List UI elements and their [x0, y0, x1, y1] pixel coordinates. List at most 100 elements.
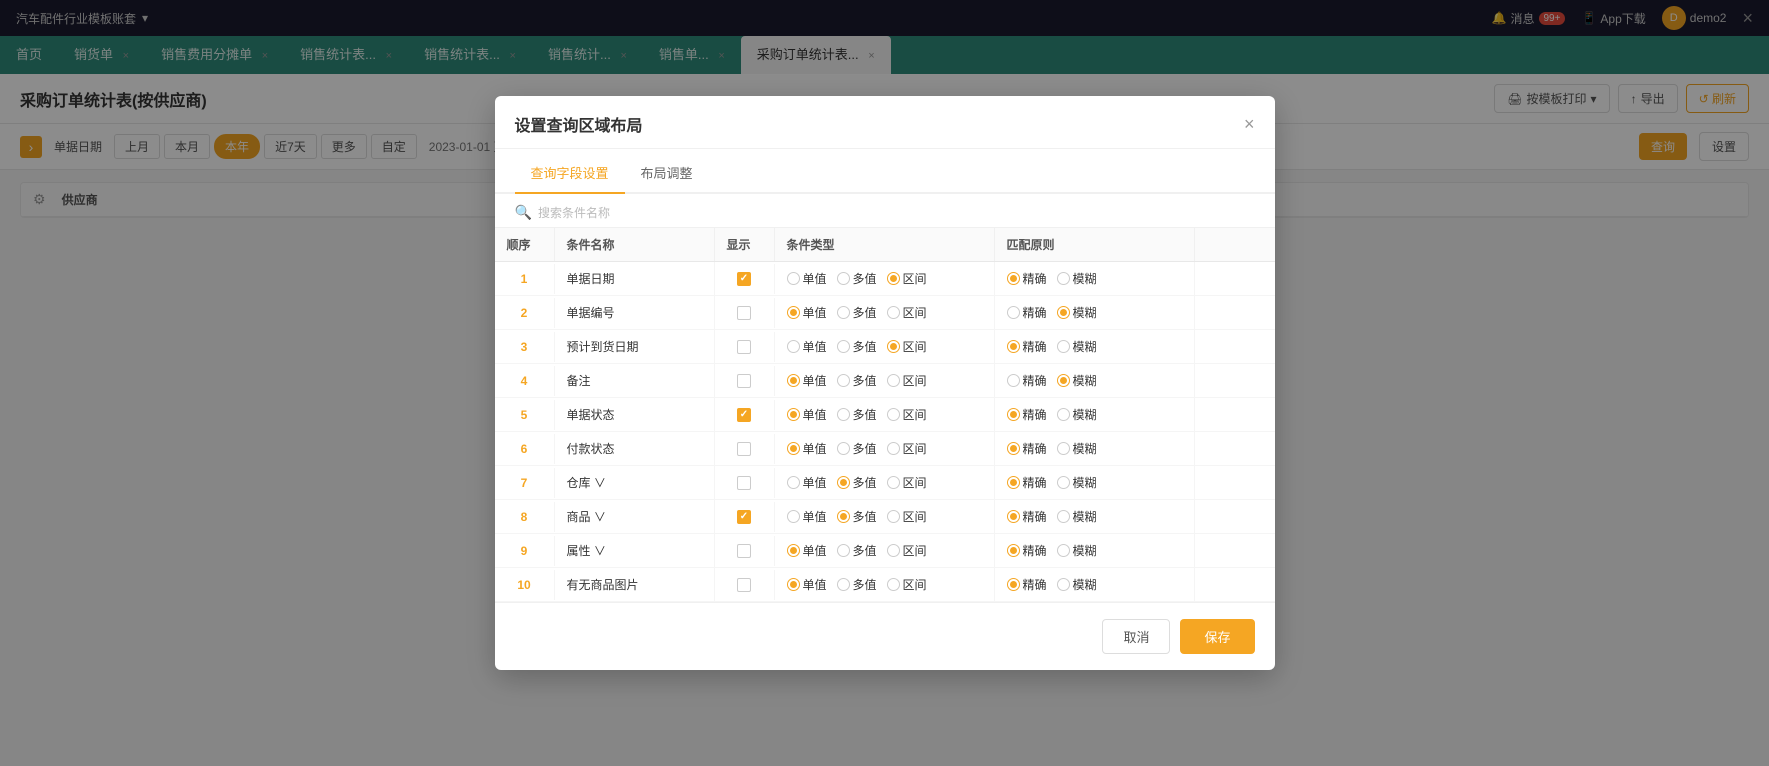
cell-display[interactable]: [715, 400, 775, 430]
type-radio-item[interactable]: 多值: [837, 576, 877, 593]
display-checkbox[interactable]: [737, 510, 751, 524]
type-radio-item[interactable]: 区间: [887, 474, 927, 491]
match-radio-dot[interactable]: [1057, 544, 1070, 557]
cell-display[interactable]: [715, 332, 775, 362]
radio-dot[interactable]: [837, 510, 850, 523]
display-checkbox[interactable]: [737, 578, 751, 592]
match-radio-dot[interactable]: [1057, 272, 1070, 285]
match-radio-dot[interactable]: [1057, 306, 1070, 319]
type-radio-item[interactable]: 单值: [787, 542, 827, 559]
match-radio-dot[interactable]: [1007, 510, 1020, 523]
type-radio-item[interactable]: 区间: [887, 508, 927, 525]
type-radio-item[interactable]: 单值: [787, 474, 827, 491]
display-checkbox[interactable]: [737, 272, 751, 286]
match-radio-item[interactable]: 模糊: [1057, 270, 1097, 287]
cell-display[interactable]: [715, 434, 775, 464]
modal-tab-layout[interactable]: 布局调整: [625, 153, 709, 194]
radio-dot[interactable]: [787, 544, 800, 557]
type-radio-item[interactable]: 多值: [837, 304, 877, 321]
match-radio-item[interactable]: 精确: [1007, 474, 1047, 491]
type-radio-item[interactable]: 单值: [787, 270, 827, 287]
match-radio-item[interactable]: 模糊: [1057, 372, 1097, 389]
cancel-button[interactable]: 取消: [1102, 619, 1170, 654]
type-radio-item[interactable]: 多值: [837, 440, 877, 457]
radio-dot[interactable]: [837, 476, 850, 489]
match-radio-dot[interactable]: [1057, 374, 1070, 387]
cell-display[interactable]: [715, 298, 775, 328]
type-radio-item[interactable]: 多值: [837, 338, 877, 355]
radio-dot[interactable]: [887, 510, 900, 523]
type-radio-item[interactable]: 区间: [887, 338, 927, 355]
cell-display[interactable]: [715, 536, 775, 566]
radio-dot[interactable]: [837, 544, 850, 557]
radio-dot[interactable]: [787, 374, 800, 387]
match-radio-item[interactable]: 模糊: [1057, 304, 1097, 321]
match-radio-dot[interactable]: [1007, 476, 1020, 489]
cell-display[interactable]: [715, 502, 775, 532]
radio-dot[interactable]: [787, 578, 800, 591]
match-radio-item[interactable]: 模糊: [1057, 406, 1097, 423]
match-radio-dot[interactable]: [1007, 272, 1020, 285]
display-checkbox[interactable]: [737, 476, 751, 490]
match-radio-dot[interactable]: [1057, 442, 1070, 455]
display-checkbox[interactable]: [737, 544, 751, 558]
type-radio-item[interactable]: 区间: [887, 304, 927, 321]
type-radio-item[interactable]: 区间: [887, 270, 927, 287]
type-radio-item[interactable]: 区间: [887, 406, 927, 423]
match-radio-item[interactable]: 模糊: [1057, 474, 1097, 491]
display-checkbox[interactable]: [737, 442, 751, 456]
display-checkbox[interactable]: [737, 374, 751, 388]
modal-tab-query-fields[interactable]: 查询字段设置: [515, 153, 625, 194]
type-radio-item[interactable]: 单值: [787, 406, 827, 423]
type-radio-item[interactable]: 区间: [887, 576, 927, 593]
radio-dot[interactable]: [837, 340, 850, 353]
match-radio-item[interactable]: 模糊: [1057, 338, 1097, 355]
radio-dot[interactable]: [887, 442, 900, 455]
type-radio-item[interactable]: 单值: [787, 576, 827, 593]
match-radio-dot[interactable]: [1057, 578, 1070, 591]
radio-dot[interactable]: [837, 306, 850, 319]
radio-dot[interactable]: [787, 340, 800, 353]
radio-dot[interactable]: [887, 306, 900, 319]
radio-dot[interactable]: [837, 578, 850, 591]
cell-display[interactable]: [715, 264, 775, 294]
match-radio-dot[interactable]: [1007, 408, 1020, 421]
match-radio-dot[interactable]: [1057, 476, 1070, 489]
modal-close-button[interactable]: ×: [1244, 115, 1255, 133]
match-radio-dot[interactable]: [1057, 340, 1070, 353]
display-checkbox[interactable]: [737, 340, 751, 354]
match-radio-dot[interactable]: [1007, 306, 1020, 319]
match-radio-item[interactable]: 精确: [1007, 338, 1047, 355]
match-radio-item[interactable]: 精确: [1007, 372, 1047, 389]
type-radio-item[interactable]: 单值: [787, 372, 827, 389]
match-radio-item[interactable]: 精确: [1007, 440, 1047, 457]
type-radio-item[interactable]: 多值: [837, 474, 877, 491]
type-radio-item[interactable]: 单值: [787, 338, 827, 355]
display-checkbox[interactable]: [737, 306, 751, 320]
type-radio-item[interactable]: 多值: [837, 406, 877, 423]
match-radio-item[interactable]: 精确: [1007, 542, 1047, 559]
radio-dot[interactable]: [887, 408, 900, 421]
type-radio-item[interactable]: 单值: [787, 440, 827, 457]
radio-dot[interactable]: [887, 578, 900, 591]
match-radio-item[interactable]: 精确: [1007, 270, 1047, 287]
radio-dot[interactable]: [787, 510, 800, 523]
radio-dot[interactable]: [787, 306, 800, 319]
match-radio-item[interactable]: 模糊: [1057, 508, 1097, 525]
match-radio-dot[interactable]: [1007, 442, 1020, 455]
match-radio-item[interactable]: 精确: [1007, 576, 1047, 593]
match-radio-dot[interactable]: [1007, 578, 1020, 591]
search-input[interactable]: [538, 206, 738, 220]
cell-display[interactable]: [715, 366, 775, 396]
type-radio-item[interactable]: 区间: [887, 542, 927, 559]
type-radio-item[interactable]: 多值: [837, 542, 877, 559]
type-radio-item[interactable]: 单值: [787, 508, 827, 525]
radio-dot[interactable]: [787, 272, 800, 285]
match-radio-dot[interactable]: [1007, 374, 1020, 387]
cell-display[interactable]: [715, 570, 775, 600]
radio-dot[interactable]: [837, 374, 850, 387]
radio-dot[interactable]: [837, 408, 850, 421]
match-radio-dot[interactable]: [1007, 544, 1020, 557]
type-radio-item[interactable]: 区间: [887, 372, 927, 389]
match-radio-item[interactable]: 模糊: [1057, 440, 1097, 457]
